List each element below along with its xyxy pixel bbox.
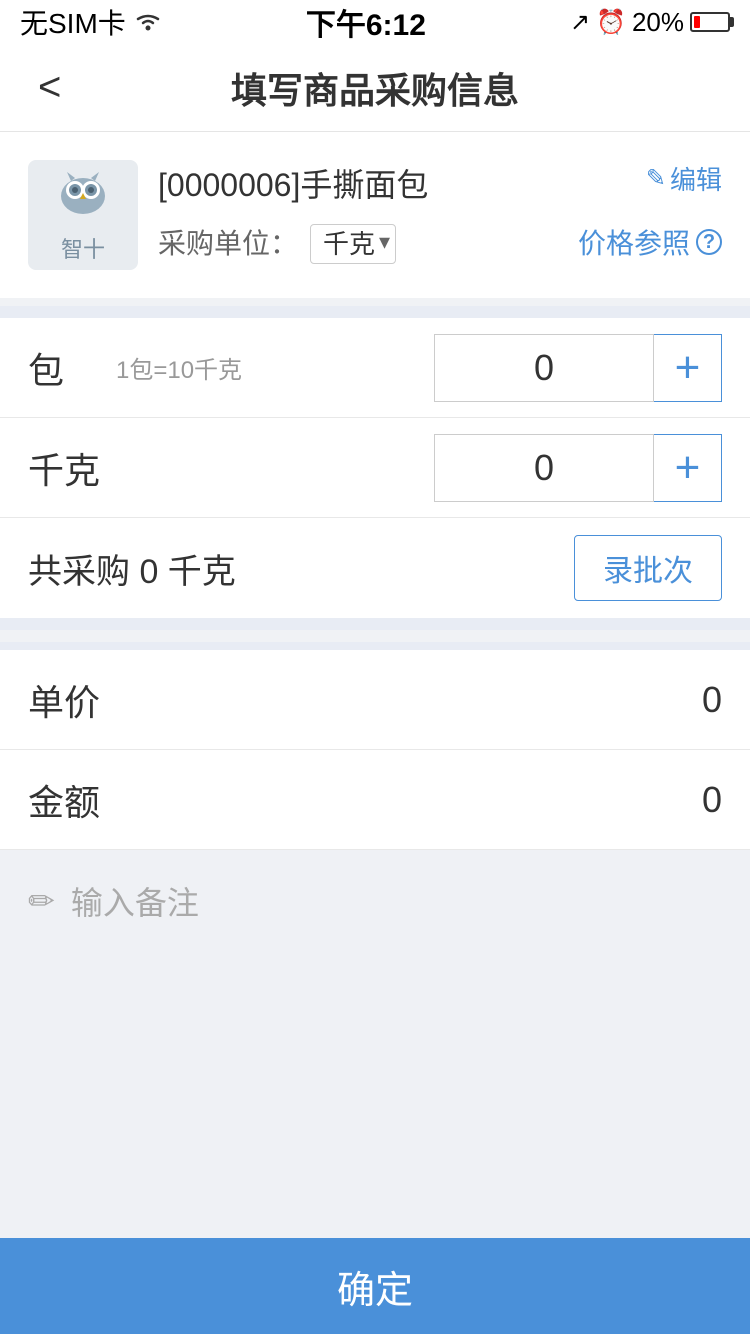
product-name: [0000006]手撕面包 (158, 160, 428, 206)
summary-text: 共采购 0 千克 (28, 544, 236, 593)
bao-sub-label: 1包=10千克 (116, 350, 434, 385)
unit-select-wrapper[interactable]: 千克 (310, 224, 396, 261)
confirm-label: 确定 (337, 1259, 413, 1314)
price-reference-button[interactable]: 价格参照 ? (578, 222, 722, 262)
batch-button[interactable]: 录批次 (574, 535, 722, 601)
status-bar: 无SIM卡 下午6:12 ↗ ⏰ 20% (0, 0, 750, 44)
section-divider-1 (0, 306, 750, 318)
bao-input-row: 包 1包=10千克 + (0, 318, 750, 418)
amount-label: 金额 (28, 774, 100, 826)
note-area[interactable]: ✏ 输入备注 (0, 850, 750, 990)
location-icon: ↗ (570, 8, 590, 37)
status-right: ↗ ⏰ 20% (570, 7, 730, 38)
battery-percent: 20% (632, 7, 684, 38)
bao-input-right: + (434, 334, 722, 402)
kg-input-row: 千克 + (0, 418, 750, 518)
nav-bar: < 填写商品采购信息 (0, 44, 750, 132)
alarm-icon: ⏰ (596, 8, 626, 37)
kg-plus-button[interactable]: + (654, 434, 722, 502)
battery-icon (690, 12, 730, 32)
status-time: 下午6:12 (306, 0, 426, 44)
bao-label: 包 (28, 342, 108, 394)
product-card: 智十 [0000006]手撕面包 ✎ 编辑 采购单位： 千克 价格参照 ? (0, 132, 750, 306)
kg-input-right: + (434, 434, 722, 502)
summary-row: 共采购 0 千克 录批次 (0, 518, 750, 618)
amount-row: 金额 0 (0, 750, 750, 850)
kg-quantity-input[interactable] (434, 434, 654, 502)
confirm-button[interactable]: 确定 (0, 1238, 750, 1334)
product-icon (53, 166, 113, 228)
unit-price-label: 单价 (28, 674, 100, 726)
unit-label: 采购单位： (158, 222, 298, 262)
product-thumbnail: 智十 (28, 160, 138, 270)
page-title: 填写商品采购信息 (231, 62, 519, 114)
brand-label: 智十 (61, 232, 105, 264)
amount-value: 0 (702, 779, 722, 821)
bao-quantity-input[interactable] (434, 334, 654, 402)
input-section: 包 1包=10千克 + 千克 + (0, 318, 750, 518)
unit-price-value: 0 (702, 679, 722, 721)
edit-button[interactable]: ✎ 编辑 (646, 160, 722, 197)
status-carrier: 无SIM卡 (20, 2, 162, 42)
kg-label: 千克 (28, 442, 108, 494)
info-icon: ? (696, 229, 722, 255)
unit-select[interactable]: 千克 (310, 224, 396, 264)
section-divider-2 (0, 618, 750, 630)
price-ref-label: 价格参照 (578, 222, 690, 262)
back-button[interactable]: < (28, 55, 71, 120)
price-section: 单价 0 金额 0 (0, 642, 750, 850)
note-placeholder: 输入备注 (71, 878, 199, 924)
edit-label: 编辑 (670, 160, 722, 197)
bao-plus-button[interactable]: + (654, 334, 722, 402)
product-info: [0000006]手撕面包 ✎ 编辑 采购单位： 千克 价格参照 ? (158, 160, 722, 262)
unit-row: 采购单位： 千克 (158, 222, 396, 262)
carrier-text: 无SIM卡 (20, 2, 126, 42)
pencil-icon: ✏ (28, 882, 55, 920)
unit-price-row: 单价 0 (0, 650, 750, 750)
edit-icon: ✎ (646, 164, 666, 193)
wifi-icon (134, 6, 162, 38)
